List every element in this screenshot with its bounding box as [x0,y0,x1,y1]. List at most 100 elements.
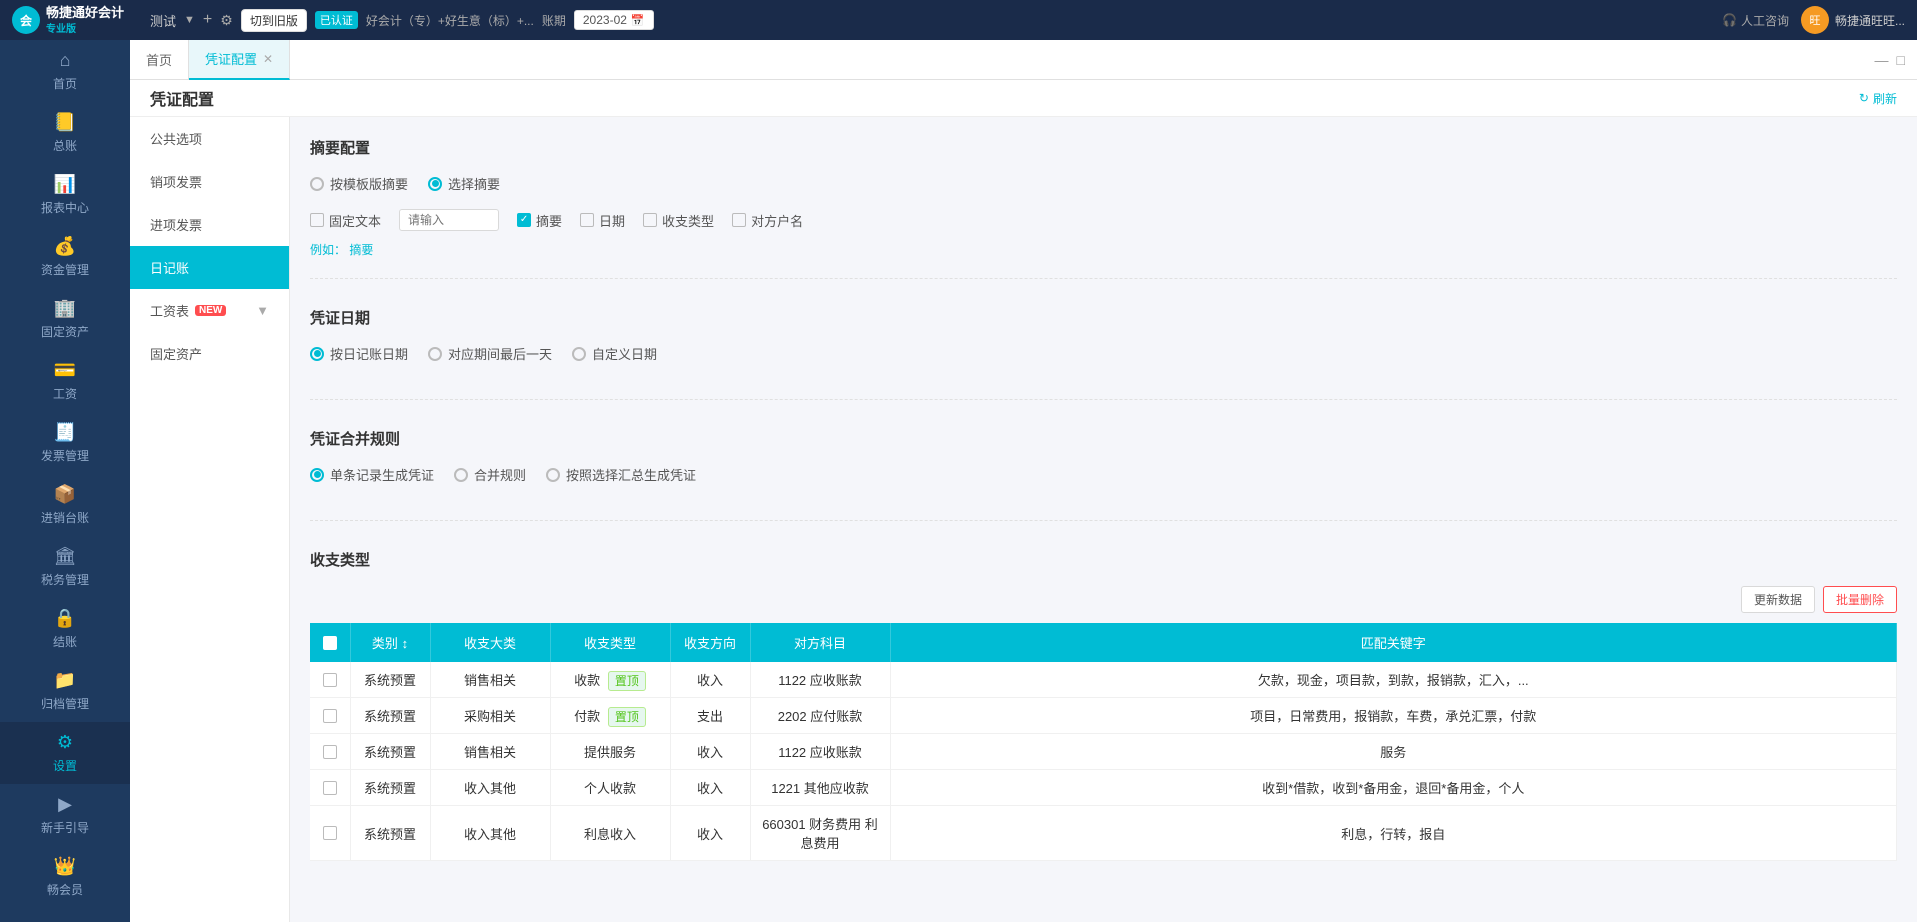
avatar: 旺 [1801,6,1829,34]
batch-delete-button[interactable]: 批量删除 [1823,586,1897,613]
inner-nav-public[interactable]: 公共选项 [130,117,289,160]
inner-nav-sales-invoice[interactable]: 销项发票 [130,160,289,203]
user-area[interactable]: 旺 畅捷通旺旺... [1801,6,1905,34]
dropdown-arrow[interactable]: ▼ [184,14,195,26]
inner-nav-payroll-label: 工资表 [150,301,189,320]
sidebar-item-tax[interactable]: 🏛 税务管理 [0,536,130,598]
extra-tags: 好会计（专）+好生意（标）+... [366,12,534,29]
row-checkbox-1[interactable] [323,709,337,723]
inner-nav-purchase-invoice[interactable]: 进项发票 [130,203,289,246]
th-direction: 收支方向 [670,623,750,662]
sidebar-item-vip[interactable]: 👑 畅会员 [0,846,130,908]
sidebar-item-ledger[interactable]: 📒 总账 [0,102,130,164]
settings-nav-icon: ⚙ [57,732,73,753]
minimize-button[interactable]: — [1875,52,1889,68]
update-data-button[interactable]: 更新数据 [1741,586,1815,613]
radio-custom[interactable]: 自定义日期 [572,344,657,363]
sidebar-item-assets[interactable]: 🏢 固定资产 [0,288,130,350]
date-title: 凭证日期 [310,307,1897,328]
inner-nav-payroll[interactable]: 工资表 NEW ▼ [130,289,289,332]
sidebar-item-guide[interactable]: ▶ 新手引导 [0,784,130,846]
period-value: 2023-02 [583,13,627,27]
radio-single-label: 单条记录生成凭证 [330,465,434,484]
refresh-button[interactable]: ↻ 刷新 [1859,90,1897,107]
fixed-text-input[interactable] [399,209,499,231]
td-category-4: 系统预置 [350,806,430,861]
radio-template[interactable]: 按模板版摘要 [310,174,408,193]
service-button[interactable]: 🎧 人工咨询 [1722,12,1789,29]
payroll-expand-icon[interactable]: ▼ [256,303,269,318]
sidebar-item-funds[interactable]: 💰 资金管理 [0,226,130,288]
checkbox-date-box [580,213,594,227]
sidebar-item-settings[interactable]: ⚙ 设置 [0,722,130,784]
sort-icon[interactable]: ↕ [402,636,409,651]
row-checkbox-0[interactable] [323,673,337,687]
row-checkbox-2[interactable] [323,745,337,759]
td-keyword-3: 收到*借款，收到*备用金，退回*备用金，个人 [890,770,1897,806]
settings-icon[interactable]: ⚙ [220,12,233,29]
radio-diary-date-circle [310,347,324,361]
calendar-icon[interactable]: 📅 [631,14,645,27]
inner-nav: 公共选项 销项发票 进项发票 日记账 工资表 NEW ▼ 固定资产 [130,117,290,922]
sidebar-item-purchase[interactable]: 📦 进销台账 [0,474,130,536]
close-icon: 🔒 [54,608,76,629]
th-major: 收支大类 [430,623,550,662]
td-category-1: 系统预置 [350,698,430,734]
tab-home[interactable]: 首页 [130,40,189,80]
maximize-button[interactable]: □ [1897,52,1905,68]
radio-select-total[interactable]: 按照选择汇总生成凭证 [546,465,696,484]
td-keyword-1: 项目，日常费用，报销款，车费，承兑汇票，付款 [890,698,1897,734]
checkbox-counterparty[interactable]: 对方户名 [732,211,803,230]
radio-single[interactable]: 单条记录生成凭证 [310,465,434,484]
add-button[interactable]: + [203,11,212,29]
radio-diary-date[interactable]: 按日记账日期 [310,344,408,363]
sidebar-item-archive[interactable]: 📁 归档管理 [0,660,130,722]
sidebar-item-salary[interactable]: 💳 工资 [0,350,130,412]
checkbox-summary-label: 摘要 [536,211,562,230]
inner-layout: 公共选项 销项发票 进项发票 日记账 工资表 NEW ▼ 固定资产 [130,117,1917,922]
td-major-4: 收入其他 [430,806,550,861]
sidebar-item-close[interactable]: 🔒 结账 [0,598,130,660]
income-title: 收支类型 [310,549,1897,570]
inner-nav-fixed-assets[interactable]: 固定资产 [130,332,289,375]
date-section: 凭证日期 按日记账日期 对应期间最后一天 自定义日期 [310,307,1897,400]
tab-voucher-config[interactable]: 凭证配置 ✕ [189,40,290,80]
checkbox-type[interactable]: 收支类型 [643,211,714,230]
radio-period-last[interactable]: 对应期间最后一天 [428,344,552,363]
checkbox-fixed-text[interactable]: 固定文本 [310,211,381,230]
checkbox-summary[interactable]: 摘要 [517,211,562,230]
switch-version-button[interactable]: 切到旧版 [241,9,307,32]
income-table: 类别 ↕ 收支大类 收支类型 收支方向 对方科目 匹配关键字 [310,623,1897,861]
radio-select[interactable]: 选择摘要 [428,174,500,193]
checkbox-date-label: 日期 [599,211,625,230]
td-check-1[interactable] [310,698,350,734]
td-check-2[interactable] [310,734,350,770]
table-row: 系统预置 收入其他 利息收入 收入 660301 财务费用 利息费用 利息，行转… [310,806,1897,861]
td-check-0[interactable] [310,662,350,698]
sidebar-item-home[interactable]: ⌂ 首页 [0,40,130,102]
td-subject-2: 1122 应收账款 [750,734,890,770]
tab-close-icon[interactable]: ✕ [263,52,273,66]
period-badge[interactable]: 2023-02 📅 [574,10,654,30]
select-all-checkbox[interactable] [323,636,337,650]
tag-reset-1[interactable]: 置顶 [608,707,646,727]
row-checkbox-3[interactable] [323,781,337,795]
checkbox-date[interactable]: 日期 [580,211,625,230]
vip-icon: 👑 [54,856,76,877]
th-check[interactable] [310,623,350,662]
radio-merge[interactable]: 合并规则 [454,465,526,484]
inner-nav-diary[interactable]: 日记账 [130,246,289,289]
td-major-3: 收入其他 [430,770,550,806]
td-check-3[interactable] [310,770,350,806]
checkbox-type-box [643,213,657,227]
radio-custom-circle [572,347,586,361]
inner-nav-diary-label: 日记账 [150,258,189,277]
table-actions: 更新数据 批量删除 [310,586,1897,613]
sidebar-item-reports[interactable]: 📊 报表中心 [0,164,130,226]
tag-reset-0[interactable]: 置顶 [608,671,646,691]
refresh-label: 刷新 [1873,90,1897,107]
td-check-4[interactable] [310,806,350,861]
td-category-2: 系统预置 [350,734,430,770]
sidebar-item-invoice[interactable]: 🧾 发票管理 [0,412,130,474]
row-checkbox-4[interactable] [323,826,337,840]
